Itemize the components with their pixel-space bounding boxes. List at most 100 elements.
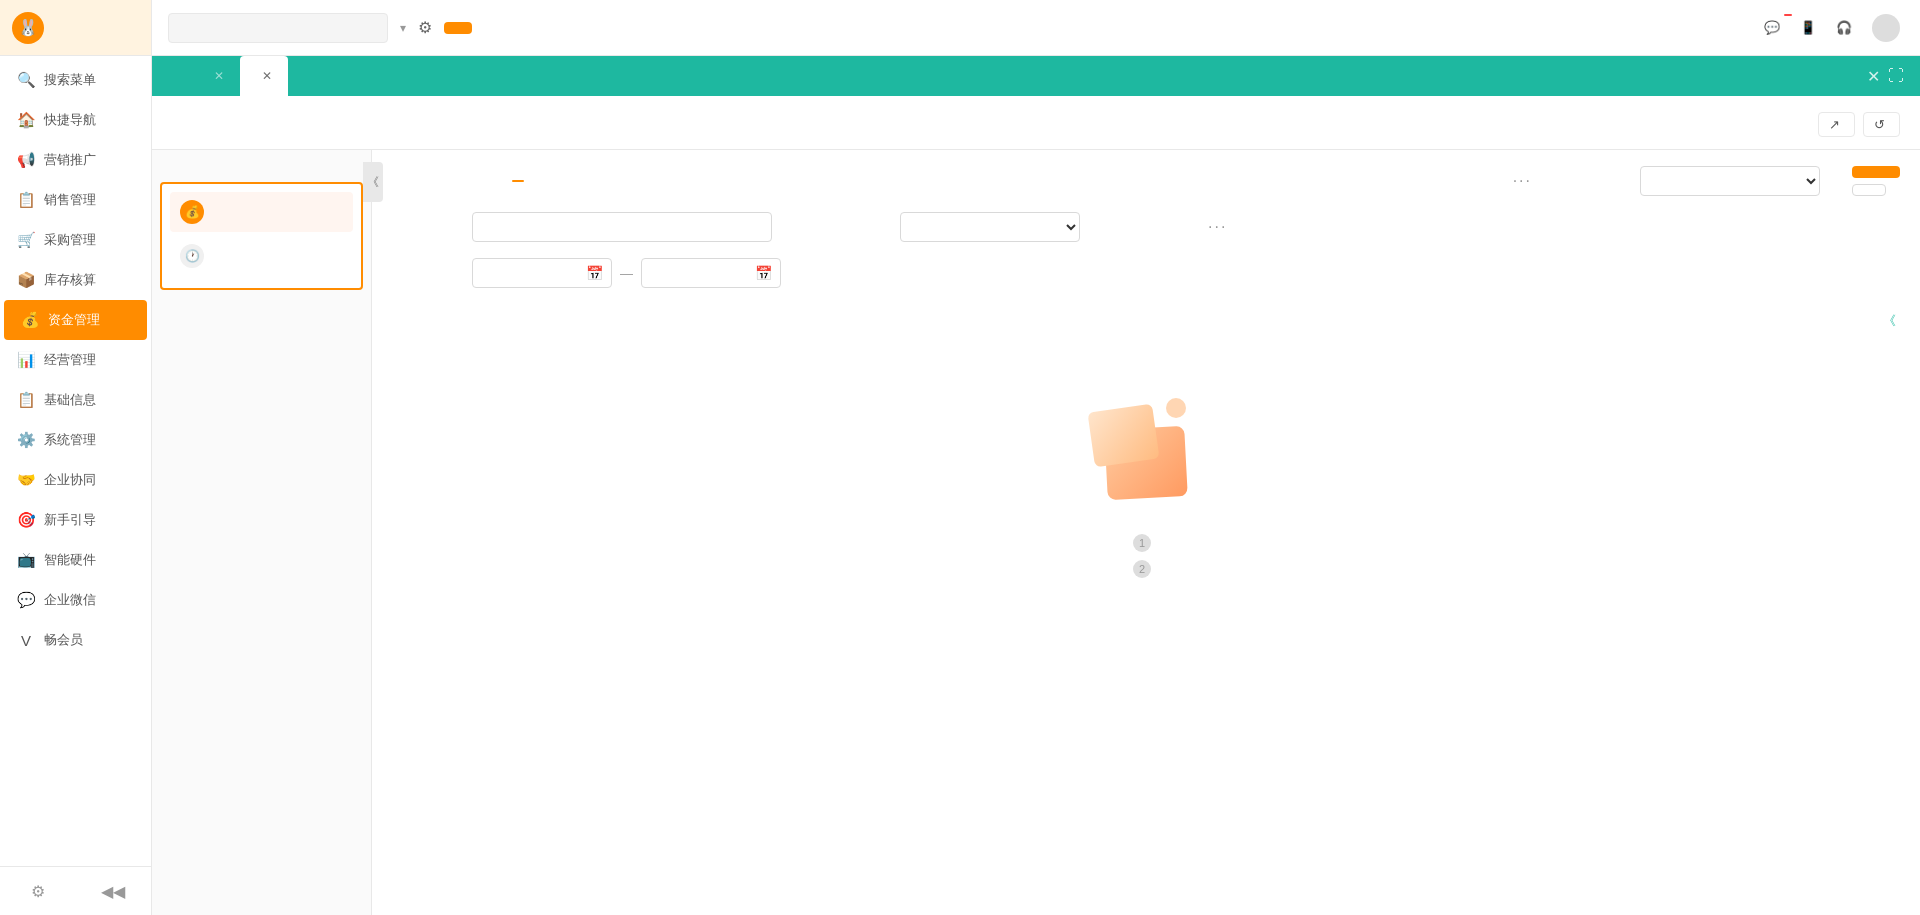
tabbar-right-actions: ✕ ⛶ xyxy=(1867,67,1904,86)
user-account[interactable] xyxy=(1872,14,1904,42)
sidebar-item-operations[interactable]: 📊经营管理 xyxy=(0,340,151,380)
nav-label-inventory: 库存核算 xyxy=(44,271,96,289)
counterpart-select-btn[interactable]: ··· xyxy=(1513,172,1532,190)
form-row-3: 📅 — 📅 xyxy=(392,258,1900,288)
nav-label-marketing: 营销推广 xyxy=(44,151,96,169)
salesperson-select-btn[interactable]: ··· xyxy=(1208,218,1227,236)
sidebar-bottom: ⚙ ◀◀ xyxy=(0,866,151,915)
sidebar-nav: 🔍 搜索菜单 🏠快捷导航📢营销推广📋销售管理 🛒 采购管理 📦 库存核算 💰资金管理📊经营管理… xyxy=(0,56,151,866)
service-icon: 🎧 xyxy=(1836,20,1852,35)
settings-button[interactable] xyxy=(1852,184,1886,196)
query-form: ··· xyxy=(392,166,1900,338)
tabbar-close-icon[interactable]: ✕ xyxy=(1867,67,1880,86)
tabbar: ✕ ✕ ✕ ⛶ xyxy=(152,56,1920,96)
logo-icon: 🐰 xyxy=(12,12,44,44)
empty-state: 1 2 xyxy=(392,338,1900,638)
nav-label-member: 畅会员 xyxy=(44,631,83,649)
tabbar-expand-icon[interactable]: ⛶ xyxy=(1888,67,1904,85)
verify-date-start-icon[interactable]: 📅 xyxy=(586,265,603,281)
tab-collect-close-icon[interactable]: ✕ xyxy=(262,69,272,83)
sidebar-item-finance[interactable]: 💰资金管理 xyxy=(4,300,147,340)
nav-label-wechat: 企业微信 xyxy=(44,591,96,609)
sidebar-item-guide[interactable]: 🎯新手引导 xyxy=(0,500,151,540)
filter-by-receivable[interactable]: 🕐 xyxy=(170,236,353,276)
nav-icon-purchase: 🛒 xyxy=(16,230,36,250)
nav-icon-finance: 💰 xyxy=(20,310,40,330)
sidebar-item-purchase[interactable]: 🛒 采购管理 xyxy=(0,220,151,260)
collapse-more-btn[interactable]: 《 xyxy=(392,304,1900,338)
export-icon: ↗ xyxy=(1829,117,1840,132)
customer-service-btn[interactable]: 🎧 xyxy=(1836,20,1856,35)
refresh-button[interactable]: ↺ xyxy=(1863,112,1900,137)
user-avatar xyxy=(1872,14,1900,42)
topbar-right: 💬 📱 🎧 xyxy=(1764,14,1904,42)
query-button[interactable] xyxy=(1852,166,1900,178)
topbar-search-input[interactable] xyxy=(168,13,388,43)
page-actions: ↗ ↺ xyxy=(1818,112,1900,137)
sidebar-item-sales[interactable]: 📋销售管理 xyxy=(0,180,151,220)
hint-num-1: 1 xyxy=(1133,534,1151,552)
sidebar-item-search-menu[interactable]: 🔍 搜索菜单 xyxy=(0,60,151,100)
tab-prepay-close-icon[interactable]: ✕ xyxy=(214,69,224,83)
sidebar: 🐰 🔍 搜索菜单 🏠快捷导航📢营销推广📋销售管理 🛒 采购管理 📦 库存核算 💰资金管理📊经营… xyxy=(0,0,152,915)
filter-receivable-icon: 🕐 xyxy=(180,244,204,268)
export-button[interactable]: ↗ xyxy=(1818,112,1855,137)
tab-home[interactable] xyxy=(160,56,192,96)
settings-bottom-btn[interactable]: ⚙ xyxy=(22,875,54,907)
filter-by-collect[interactable]: 💰 xyxy=(170,192,353,232)
sidebar-item-member[interactable]: V 畅会员 xyxy=(0,620,151,660)
verify-date-end-icon[interactable]: 📅 xyxy=(755,265,772,281)
tab-prepay-conflict[interactable]: ✕ xyxy=(192,56,240,96)
nav-label-sales: 销售管理 xyxy=(44,191,96,209)
solution-button[interactable] xyxy=(444,22,472,34)
messages-btn[interactable]: 💬 xyxy=(1764,20,1784,35)
department-select[interactable] xyxy=(900,212,1080,242)
topbar-chevron-icon[interactable]: ▾ xyxy=(400,21,406,35)
verify-date-range: 📅 — 📅 xyxy=(472,258,781,288)
nav-label-system: 系统管理 xyxy=(44,431,96,449)
nav-label-search-menu: 搜索菜单 xyxy=(44,71,96,89)
verify-date-end[interactable]: 📅 xyxy=(641,258,781,288)
nav-label-purchase: 采购管理 xyxy=(44,231,96,249)
page: ↗ ↺ 💰 🕐 xyxy=(152,96,1920,915)
nav-icon-search-menu: 🔍 xyxy=(16,70,36,90)
nav-label-operations: 经营管理 xyxy=(44,351,96,369)
tab-collect-verify[interactable]: ✕ xyxy=(240,56,288,96)
empty-illustration xyxy=(1086,398,1206,518)
sidebar-item-inventory[interactable]: 📦 库存核算 xyxy=(0,260,151,300)
sidebar-item-basics[interactable]: 📋基础信息 xyxy=(0,380,151,420)
topbar-gear-icon[interactable]: ⚙ xyxy=(418,18,432,37)
collapse-icon: 《 xyxy=(1883,312,1896,330)
app-download-btn[interactable]: 📱 xyxy=(1800,20,1820,35)
nav-icon-enterprise: 🤝 xyxy=(16,470,36,490)
sidebar-item-wechat[interactable]: 💬企业微信 xyxy=(0,580,151,620)
nav-icon-member: V xyxy=(16,630,36,650)
sidebar-item-enterprise[interactable]: 🤝企业协同 xyxy=(0,460,151,500)
hint-num-2: 2 xyxy=(1133,560,1151,578)
nav-label-quick-nav: 快捷导航 xyxy=(44,111,96,129)
empty-hint-1: 1 xyxy=(1133,534,1159,552)
date-range-separator: — xyxy=(620,266,633,281)
left-panel: 💰 🕐 《 xyxy=(152,150,372,915)
empty-hint-2: 2 xyxy=(1133,560,1159,578)
message-badge xyxy=(1784,14,1792,16)
nav-icon-hardware: 📺 xyxy=(16,550,36,570)
verify-date-start[interactable]: 📅 xyxy=(472,258,612,288)
doc-type-select[interactable] xyxy=(1640,166,1820,196)
panel-collapse-btn[interactable]: 《 xyxy=(363,162,383,202)
main-area: ▾ ⚙ 💬 📱 🎧 xyxy=(152,0,1920,915)
date-custom-badge[interactable] xyxy=(512,180,524,182)
sidebar-item-hardware[interactable]: 📺 智能硬件 xyxy=(0,540,151,580)
right-panel: ··· xyxy=(372,150,1920,915)
sidebar-item-quick-nav[interactable]: 🏠快捷导航 xyxy=(0,100,151,140)
doc-number-input[interactable] xyxy=(472,212,772,242)
sidebar-item-marketing[interactable]: 📢营销推广 xyxy=(0,140,151,180)
sidebar-item-system[interactable]: ⚙️ 系统管理 xyxy=(0,420,151,460)
nav-icon-inventory: 📦 xyxy=(16,270,36,290)
date-control xyxy=(472,180,982,182)
nav-label-guide: 新手引导 xyxy=(44,511,96,529)
nav-label-hardware: 智能硬件 xyxy=(44,551,96,569)
nav-icon-system: ⚙️ xyxy=(16,430,36,450)
nav-label-basics: 基础信息 xyxy=(44,391,96,409)
collapse-sidebar-btn[interactable]: ◀◀ xyxy=(97,875,129,907)
